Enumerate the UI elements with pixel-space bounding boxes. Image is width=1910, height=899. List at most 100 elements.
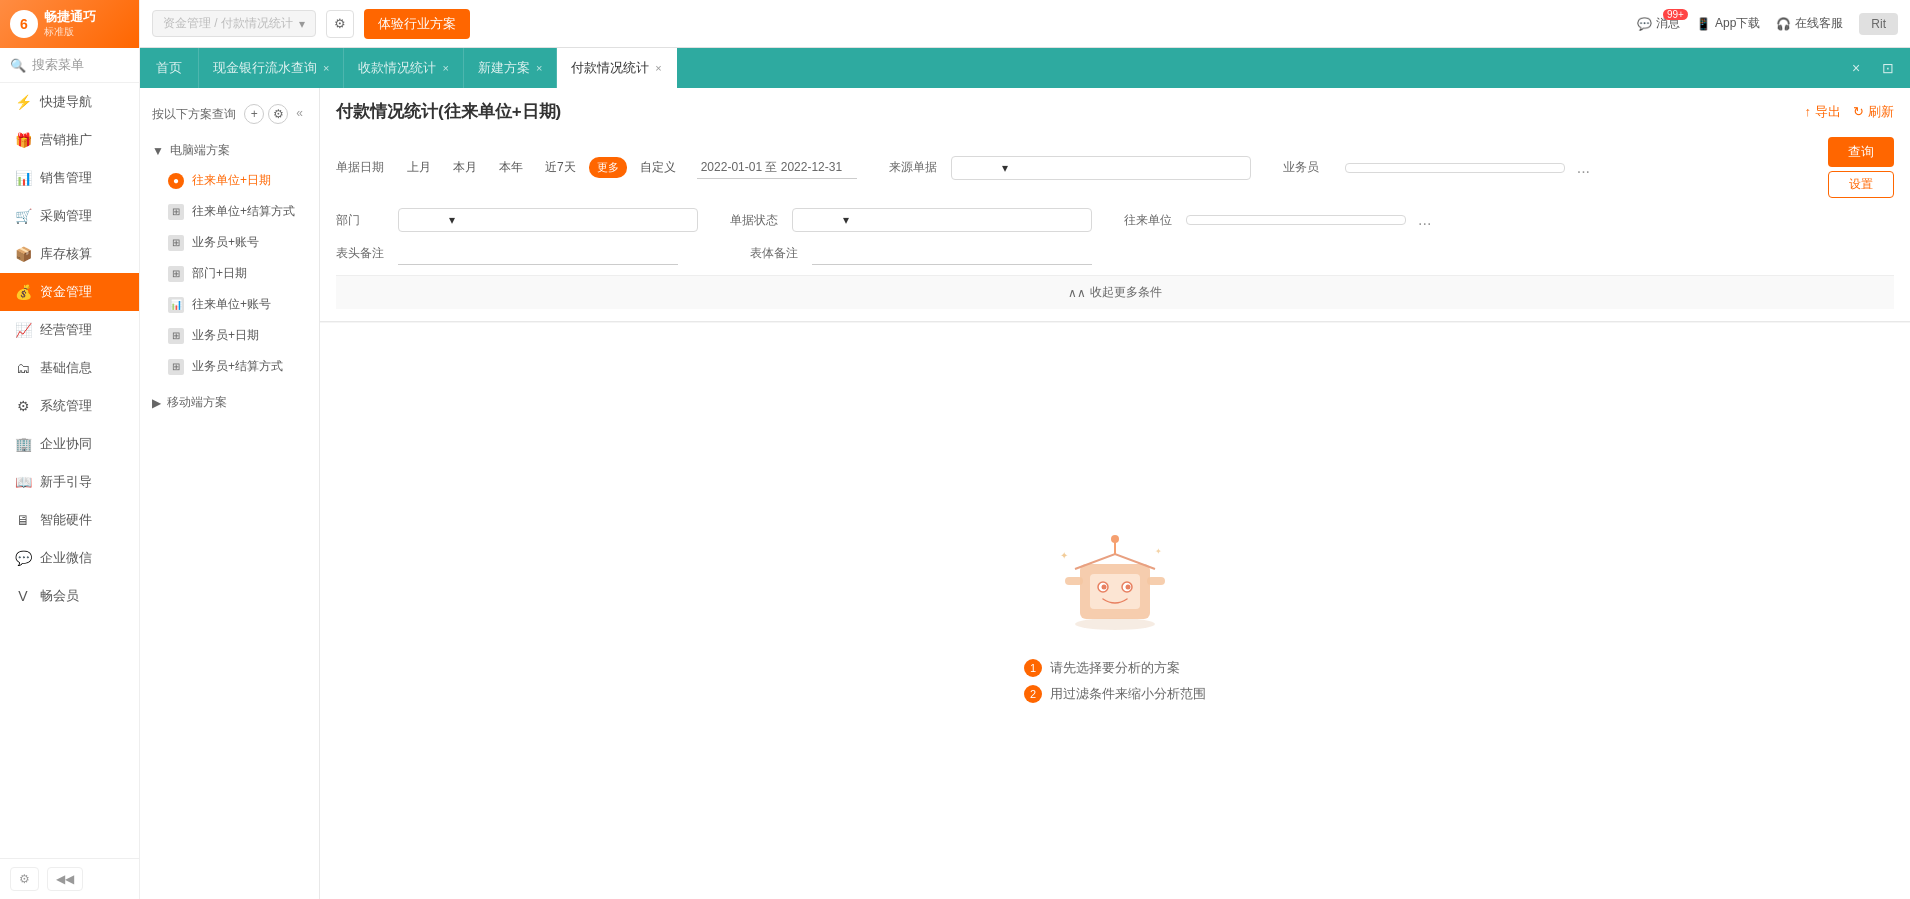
scheme-salesperson-settlement[interactable]: ⊞ 业务员+结算方式 (140, 351, 319, 382)
sidebar-logo: 6 畅捷通巧 标准版 (0, 0, 139, 48)
filter-area: 付款情况统计(往来单位+日期) ↑ 导出 ↻ 刷新 单据日期 (320, 88, 1910, 322)
add-scheme-button[interactable]: + (244, 104, 264, 124)
tab-bank-flow[interactable]: 现金银行流水查询 × (199, 48, 344, 88)
service-button[interactable]: 🎧 在线客服 (1776, 15, 1843, 32)
scheme-partner-settlement[interactable]: ⊞ 往来单位+结算方式 (140, 196, 319, 227)
scheme-salesperson-date[interactable]: ⊞ 业务员+日期 (140, 320, 319, 351)
hardware-icon: 🖥 (14, 512, 32, 528)
sidebar-item-label: 系统管理 (40, 397, 92, 415)
date-option-last-month[interactable]: 上月 (398, 155, 440, 180)
query-button[interactable]: 查询 (1828, 137, 1894, 167)
scheme-salesperson-account[interactable]: ⊞ 业务员+账号 (140, 227, 319, 258)
dept-select[interactable]: ▾ (398, 208, 698, 232)
scheme-dept-date[interactable]: ⊞ 部门+日期 (140, 258, 319, 289)
sidebar-item-label: 采购管理 (40, 207, 92, 225)
sidebar-item-inventory[interactable]: 📦 库存核算 (0, 235, 139, 273)
date-option-more[interactable]: 更多 (589, 157, 627, 178)
user-menu[interactable]: Rit (1859, 13, 1898, 35)
new-scheme-tab-label: 新建方案 (478, 59, 530, 77)
user-label: Rit (1871, 17, 1886, 31)
date-option-this-month[interactable]: 本月 (444, 155, 486, 180)
logo-sub: 标准版 (44, 25, 96, 39)
sidebar: 6 畅捷通巧 标准版 🔍 搜索菜单 ⚡ 快捷导航 🎁 营销推广 📊 销售管理 🛒… (0, 0, 140, 899)
new-scheme-tab-close[interactable]: × (536, 63, 542, 74)
sidebar-item-enterprise[interactable]: 🏢 企业协同 (0, 425, 139, 463)
mobile-group-header[interactable]: ▶ 移动端方案 (140, 388, 319, 417)
app-download-button[interactable]: 📱 App下载 (1696, 15, 1760, 32)
sidebar-item-finance[interactable]: 💰 资金管理 (0, 273, 139, 311)
empty-illustration: ✦ ✦ (1055, 519, 1175, 639)
wechat-icon: 💬 (14, 550, 32, 566)
scheme-settings-button[interactable]: ⚙ (268, 104, 288, 124)
sidebar-item-sales[interactable]: 📊 销售管理 (0, 159, 139, 197)
scheme-partner-date[interactable]: ● 往来单位+日期 (140, 165, 319, 196)
sidebar-item-wechat[interactable]: 💬 企业微信 (0, 539, 139, 577)
date-options: 上月 本月 本年 近7天 更多 自定义 (398, 155, 685, 180)
sidebar-item-purchase[interactable]: 🛒 采购管理 (0, 197, 139, 235)
sidebar-item-label: 库存核算 (40, 245, 92, 263)
staff-select[interactable] (1345, 163, 1565, 173)
sidebar-item-quick-nav[interactable]: ⚡ 快捷导航 (0, 83, 139, 121)
desktop-group-header[interactable]: ▼ 电脑端方案 (140, 136, 319, 165)
source-select[interactable]: ▾ (951, 156, 1251, 180)
empty-tips: 1 请先选择要分析的方案 2 用过滤条件来缩小分析范围 (1024, 659, 1206, 703)
svg-point-0 (1075, 618, 1155, 630)
mobile-group-label: 移动端方案 (167, 394, 227, 411)
bank-flow-tab-close[interactable]: × (323, 63, 329, 74)
export-button[interactable]: ↑ 导出 (1805, 103, 1842, 121)
sidebar-item-member[interactable]: V 畅会员 (0, 577, 139, 615)
date-option-custom[interactable]: 自定义 (631, 155, 685, 180)
collection-stats-tab-close[interactable]: × (442, 63, 448, 74)
sidebar-collapse-button[interactable]: ◀◀ (47, 867, 83, 891)
window-close-button[interactable]: × (1844, 56, 1868, 80)
scheme-partner-account[interactable]: 📊 往来单位+账号 (140, 289, 319, 320)
topbar-gear-button[interactable]: ⚙ (326, 10, 354, 38)
address-bar[interactable]: 资金管理 / 付款情况统计 ▾ (152, 10, 316, 37)
tab-new-scheme[interactable]: 新建方案 × (464, 48, 557, 88)
staff-dots[interactable]: ... (1577, 159, 1590, 177)
tab-collection-stats[interactable]: 收款情况统计 × (344, 48, 463, 88)
app-icon: 📱 (1696, 17, 1711, 31)
column-settings-button[interactable]: 设置 (1828, 171, 1894, 198)
partner-select[interactable] (1186, 215, 1406, 225)
payment-stats-tab-close[interactable]: × (655, 63, 661, 74)
sidebar-item-system[interactable]: ⚙ 系统管理 (0, 387, 139, 425)
tab-payment-stats[interactable]: 付款情况统计 × (557, 48, 676, 88)
note-body-input[interactable] (812, 242, 1092, 265)
home-tab-label: 首页 (156, 59, 182, 77)
guide-icon: 📖 (14, 474, 32, 490)
scheme-grid-icon-3: ⊞ (168, 266, 184, 282)
basics-icon: 🗂 (14, 360, 32, 376)
scheme-grid-icon: ⊞ (168, 204, 184, 220)
sales-icon: 📊 (14, 170, 32, 186)
refresh-button[interactable]: ↻ 刷新 (1853, 103, 1894, 121)
partner-dots[interactable]: ... (1418, 211, 1431, 229)
scheme-label: 业务员+结算方式 (192, 358, 283, 375)
system-icon: ⚙ (14, 398, 32, 414)
export-label: 导出 (1815, 103, 1841, 121)
trial-button[interactable]: 体验行业方案 (364, 9, 470, 39)
date-option-this-year[interactable]: 本年 (490, 155, 532, 180)
scheme-label: 部门+日期 (192, 265, 247, 282)
purchase-icon: 🛒 (14, 208, 32, 224)
window-max-button[interactable]: ⊡ (1876, 56, 1900, 80)
sidebar-item-basics[interactable]: 🗂 基础信息 (0, 349, 139, 387)
date-range-input[interactable]: 2022-01-01 至 2022-12-31 (697, 157, 857, 179)
scheme-collapse-button[interactable]: « (292, 104, 307, 124)
note-header-input[interactable] (398, 242, 678, 265)
sidebar-item-marketing[interactable]: 🎁 营销推广 (0, 121, 139, 159)
message-button[interactable]: 💬 消息 99+ (1637, 15, 1680, 32)
sidebar-item-hardware[interactable]: 🖥 智能硬件 (0, 501, 139, 539)
collapse-triangle-icon: ▼ (152, 144, 164, 158)
collapse-more-conditions-button[interactable]: ∧∧ 收起更多条件 (336, 275, 1894, 309)
tab-home[interactable]: 首页 (140, 48, 199, 88)
doc-status-select[interactable]: ▾ (792, 208, 1092, 232)
sidebar-item-guide[interactable]: 📖 新手引导 (0, 463, 139, 501)
date-option-7days[interactable]: 近7天 (536, 155, 585, 180)
message-badge: 99+ (1663, 9, 1688, 20)
sidebar-item-label: 新手引导 (40, 473, 92, 491)
sidebar-item-operations[interactable]: 📈 经营管理 (0, 311, 139, 349)
sidebar-search[interactable]: 🔍 搜索菜单 (0, 48, 139, 83)
quick-nav-icon: ⚡ (14, 94, 32, 110)
settings-gear-button[interactable]: ⚙ (10, 867, 39, 891)
